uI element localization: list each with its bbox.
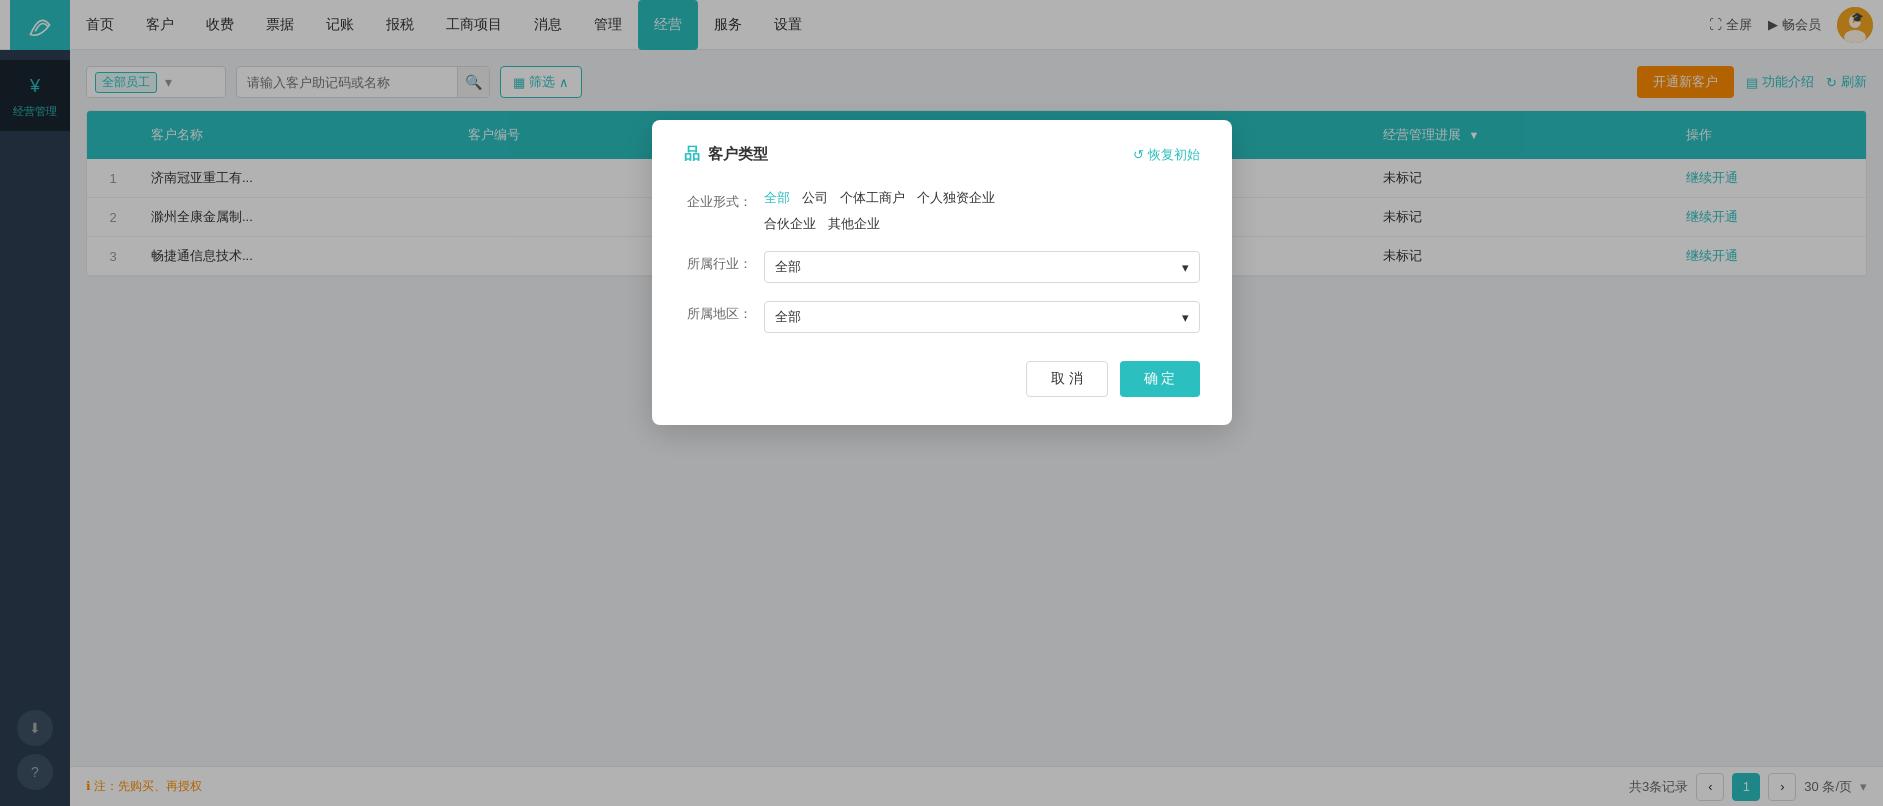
region-label: 所属地区：: [684, 301, 764, 323]
industry-form-row: 所属行业： 全部 ▾: [684, 251, 1200, 283]
modal-title: 品 客户类型: [684, 144, 768, 165]
enterprise-label: 企业形式：: [684, 189, 764, 211]
region-chevron-icon: ▾: [1182, 310, 1189, 325]
region-select-wrap: 全部 ▾: [764, 301, 1200, 333]
industry-chevron-icon: ▾: [1182, 260, 1189, 275]
region-select[interactable]: 全部 ▾: [764, 301, 1200, 333]
industry-select[interactable]: 全部 ▾: [764, 251, 1200, 283]
modal-title-icon: 品: [684, 144, 700, 165]
modal-header: 品 客户类型 ↺ 恢复初始: [684, 144, 1200, 165]
enterprise-options: 全部 公司 个体工商户 个人独资企业 合伙企业 其他企业: [764, 189, 1200, 233]
reset-button[interactable]: ↺ 恢复初始: [1133, 146, 1200, 164]
region-form-row: 所属地区： 全部 ▾: [684, 301, 1200, 333]
industry-select-wrap: 全部 ▾: [764, 251, 1200, 283]
enterprise-form-row: 企业形式： 全部 公司 个体工商户 个人独资企业 合伙企业 其他企业: [684, 189, 1200, 233]
enterprise-option-individual[interactable]: 个人独资企业: [917, 189, 995, 207]
modal-overlay: 品 客户类型 ↺ 恢复初始 企业形式： 全部 公司 个体工商户 个人独资企业 合…: [0, 0, 1883, 806]
enterprise-option-sole[interactable]: 个体工商户: [840, 189, 905, 207]
enterprise-option-partnership[interactable]: 合伙企业: [764, 215, 816, 233]
reset-icon: ↺: [1133, 147, 1144, 162]
enterprise-radio-group: 全部 公司 个体工商户 个人独资企业: [764, 189, 1200, 207]
enterprise-option-other[interactable]: 其他企业: [828, 215, 880, 233]
industry-label: 所属行业：: [684, 251, 764, 273]
enterprise-option-all[interactable]: 全部: [764, 189, 790, 207]
enterprise-option-company[interactable]: 公司: [802, 189, 828, 207]
filter-modal: 品 客户类型 ↺ 恢复初始 企业形式： 全部 公司 个体工商户 个人独资企业 合…: [652, 120, 1232, 425]
modal-footer: 取 消 确 定: [684, 361, 1200, 397]
confirm-button[interactable]: 确 定: [1120, 361, 1200, 397]
cancel-button[interactable]: 取 消: [1026, 361, 1108, 397]
enterprise-radio-group-2: 合伙企业 其他企业: [764, 215, 1200, 233]
